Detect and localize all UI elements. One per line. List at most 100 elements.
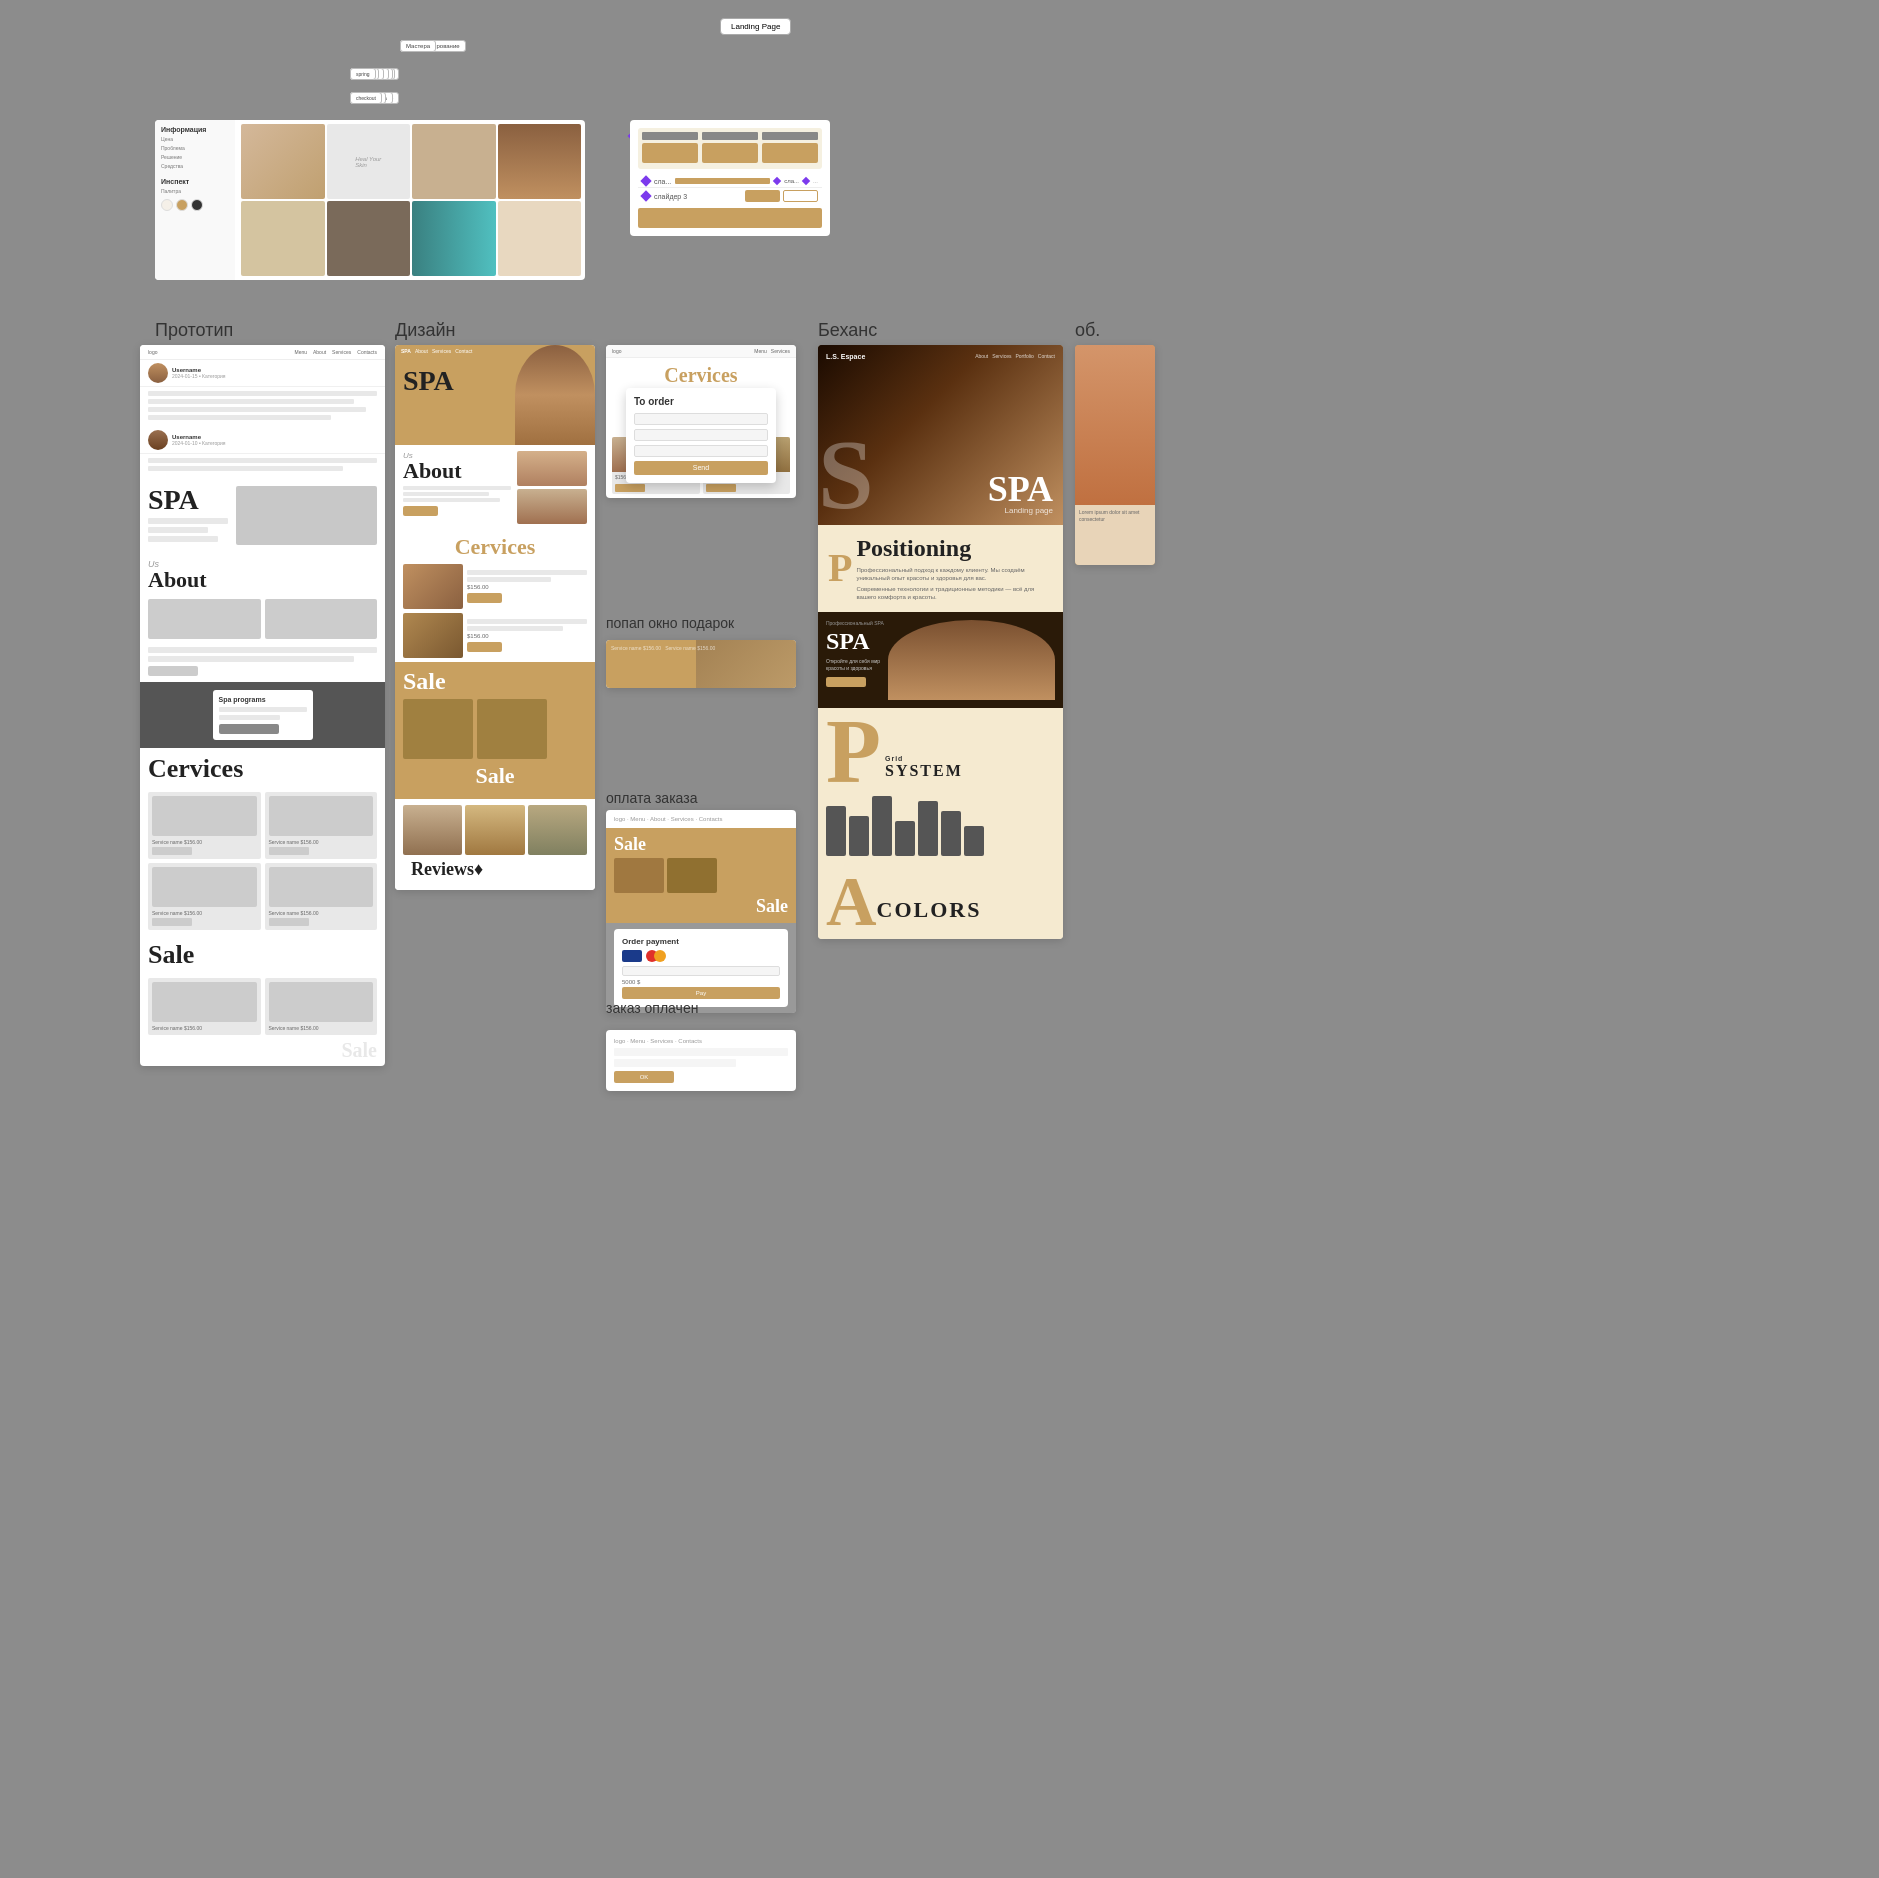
design-about-section: Us About (395, 445, 595, 530)
ob-img (1075, 345, 1155, 505)
design-sale-bottom-title: Sale (403, 759, 587, 793)
visa-icon (622, 950, 642, 962)
proto-sale-bottom: Sale (140, 1039, 385, 1066)
design-sale-img-2 (477, 699, 547, 759)
proto-sale-title: Sale (140, 934, 385, 974)
proto-sp-btn[interactable] (219, 724, 279, 734)
order-paid-btn[interactable]: OK (614, 1071, 674, 1083)
moodboard-images: Heal YourSkin (237, 120, 585, 280)
mastercard-icon (646, 950, 666, 962)
order-payment-label: оплата заказа (606, 790, 697, 806)
slider-3-label: слайдер 3 (654, 193, 687, 200)
behance-pos-title: Positioning (856, 535, 1053, 562)
design-about-title: About (403, 460, 511, 482)
ob-container: Lorem ipsum dolor sit amet consectetur (1075, 345, 1155, 565)
proto-sale-card-2: Service name $156.00 (265, 978, 378, 1035)
popup-service-btn-1[interactable] (615, 484, 645, 492)
order-paid-container: logo · Menu · Services · Contacts OK (606, 1030, 796, 1091)
ob-section-label: об. (1075, 320, 1100, 341)
behance-section-label: Беханс (818, 320, 877, 341)
proto-spa-title: SPA (148, 486, 228, 514)
moodboard-sidebar: Информация Цена Проблема Решение Средств… (155, 120, 235, 280)
prototype-section-label: Прототип (155, 320, 233, 341)
group28-bar (638, 208, 822, 228)
popup-send-btn[interactable]: Send (634, 461, 768, 475)
flowchart-main-label: Landing Page (731, 22, 780, 31)
proto-hero-section: Username 2024-01-15 • Категория Username… (140, 360, 385, 478)
proto-about-title: About (148, 569, 377, 591)
proto-avatar-2 (148, 430, 168, 450)
fc-subnode-21: checkout (350, 92, 382, 104)
behance-landing-tag: Landing page (1005, 506, 1054, 515)
gift-popup-container: Service name $156.00 Service name $156.0… (606, 640, 796, 688)
design-review-img-1 (403, 805, 462, 855)
proto-spa-hero: SPA (140, 478, 385, 553)
slider-1-label: сла... (654, 178, 671, 185)
proto-cervices-title: Cervices (140, 748, 385, 788)
behance-system-title: SYSTEM (885, 762, 1055, 780)
proto-nav: logo Menu About Services Contacts (140, 345, 385, 360)
design-sale-title: Sale (403, 668, 587, 695)
order-sale-title: Sale (614, 834, 788, 855)
prototype-container: logo Menu About Services Contacts Userna… (140, 345, 385, 1066)
order-sale-bottom: Sale (614, 896, 788, 917)
group28-table (638, 128, 822, 169)
behance-p-bg: P (828, 548, 852, 588)
design-services-list: $156.00 $156.00 (395, 564, 595, 658)
card-number-input[interactable] (622, 966, 780, 976)
order-payment-box: Order payment 5000 $ Pay (614, 929, 788, 1007)
design-service-1: $156.00 (403, 564, 587, 609)
slider-row-1: сла... сла... ... (638, 175, 822, 187)
proto-services-grid: Service name $156.00 Service name $156.0… (140, 788, 385, 934)
proto-user-row-1: Username 2024-01-15 • Категория (140, 360, 385, 387)
proto-service-card-3: Service name $156.00 (148, 863, 261, 930)
behance-spa-inner: SPA (826, 628, 884, 655)
flowchart-main-node: Landing Page (720, 18, 791, 35)
popup-service-btn-2[interactable] (706, 484, 736, 492)
popup-nav: logo Menu Services (606, 345, 796, 358)
design-container: SPA About Services Contact SPA Us About (395, 345, 595, 890)
proto-about-section: Us About (140, 553, 385, 682)
behance-spa-btn[interactable] (826, 677, 866, 687)
design-nav: SPA About Services Contact (395, 345, 595, 357)
behance-colors-title: COLORS (877, 897, 982, 923)
proto-service-card-1: Service name $156.00 (148, 792, 261, 859)
order-paid-label: заказ оплачен (606, 1000, 698, 1016)
design-sale-section: Sale Sale (395, 662, 595, 799)
design-reviews-section: Reviews♦ (395, 799, 595, 890)
behance-spa-dark: Профессиональный SPA SPA Откройте для се… (818, 612, 1063, 708)
proto-sale-grid: Service name $156.00 Service name $156.0… (140, 974, 385, 1039)
proto-cervices-section: Cervices Service name $156.00 Service na… (140, 748, 385, 934)
order-payment-title: Order payment (622, 937, 780, 946)
proto-sale-section: Sale Service name $156.00 Service name $… (140, 934, 385, 1066)
popup-input-1[interactable] (634, 413, 768, 425)
popup-input-3[interactable] (634, 445, 768, 457)
order-popup-container: logo · Menu · About · Services · Contact… (606, 810, 796, 1013)
proto-avatar-1 (148, 363, 168, 383)
behance-p-letter-section: P Grid SYSTEM (818, 708, 1063, 788)
fc-subnode-16: spring (350, 68, 376, 80)
proto-spa-programs: Spa programs (213, 690, 313, 740)
design-review-img-3 (528, 805, 587, 855)
fc-node-11: Мастера (400, 40, 436, 52)
proto-user-row-2: Username 2024-01-10 • Категория (140, 427, 385, 454)
popup-input-2[interactable] (634, 429, 768, 441)
behance-spa-title: SPA (988, 473, 1053, 505)
proto-service-card-2: Service name $156.00 (265, 792, 378, 859)
proto-spa-programs-section: Spa programs (140, 682, 385, 748)
design-service-2: $156.00 (403, 613, 587, 658)
popup-order-overlay: To order Send (626, 388, 776, 483)
order-pay-btn[interactable]: Pay (622, 987, 780, 999)
design-about-btn[interactable] (403, 506, 438, 516)
moodboard-container: Информация Цена Проблема Решение Средств… (155, 120, 585, 280)
slider-row-2: слайдер 3 (638, 187, 822, 204)
design-reviews-title: Reviews♦ (403, 855, 587, 884)
popup-cervices-section: logo Menu Services Cervices To order Sen… (606, 345, 796, 506)
design-spa-logo: SPA (403, 365, 454, 397)
design-hero-face (515, 345, 595, 445)
proto-service-card-4: Service name $156.00 (265, 863, 378, 930)
design-review-img-2 (465, 805, 524, 855)
behance-colors-section: A COLORS (818, 864, 1063, 940)
behance-positioning: P Positioning Профессиональный подход к … (818, 525, 1063, 612)
proto-sale-card-1: Service name $156.00 (148, 978, 261, 1035)
